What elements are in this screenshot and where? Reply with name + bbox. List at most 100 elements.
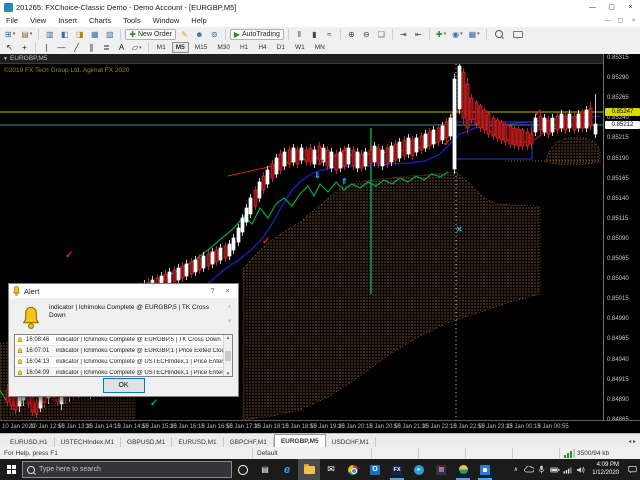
market-watch-button[interactable]: ▥ xyxy=(43,29,56,40)
price-axis[interactable]: 0.85315 0.85290 0.85265 0.85240 0.85215 0.851… xyxy=(603,54,640,423)
chart-close-button[interactable]: × xyxy=(627,18,640,24)
chart-restore-button[interactable]: ▢ xyxy=(614,17,627,24)
message-scroll-buttons[interactable]: ∧ ∨ xyxy=(225,304,234,324)
tray-expand-button[interactable]: ∧ xyxy=(509,459,522,480)
trendline-tool-button[interactable]: ╱ xyxy=(70,42,83,53)
fibonacci-tool-button[interactable]: ≣ xyxy=(100,42,113,53)
scrollbar-thumb[interactable] xyxy=(225,350,231,361)
action-center-button[interactable] xyxy=(624,459,640,480)
network-button[interactable] xyxy=(561,459,574,480)
menu-file[interactable]: File xyxy=(0,16,24,25)
account-button[interactable]: ☻ xyxy=(193,29,206,40)
menu-tools[interactable]: Tools xyxy=(117,16,147,25)
task-view-button[interactable]: ▤ xyxy=(254,459,276,480)
file-explorer-button[interactable] xyxy=(298,459,320,480)
ok-button[interactable]: OK xyxy=(102,378,145,393)
data-window-button[interactable]: ◧ xyxy=(58,29,71,40)
tile-windows-button[interactable]: ❏ xyxy=(375,29,388,40)
cursor-button[interactable]: ↖ xyxy=(3,42,16,53)
menu-view[interactable]: View xyxy=(24,16,52,25)
microphone-button[interactable] xyxy=(535,459,548,480)
navigator-button[interactable]: ◨ xyxy=(73,29,86,40)
timeframe-m30-button[interactable]: M30 xyxy=(213,42,235,53)
text-tool-button[interactable]: A xyxy=(115,42,128,53)
chat-button[interactable] xyxy=(510,28,527,41)
telegram-button[interactable]: ▸ xyxy=(408,459,430,480)
metaeditor-button[interactable]: ✎ xyxy=(178,29,191,40)
timeframe-h1-button[interactable]: H1 xyxy=(236,42,253,53)
edge-button[interactable]: e xyxy=(276,459,298,480)
auto-scroll-button[interactable]: ⇥ xyxy=(397,29,410,40)
menu-window[interactable]: Window xyxy=(147,16,186,25)
objects-button[interactable]: ◉ ▾ xyxy=(450,29,465,40)
autotrading-button[interactable]: ▶ AutoTrading xyxy=(229,28,284,40)
shapes-tool-button[interactable]: ▱ ▾ xyxy=(130,42,144,53)
channel-tool-button[interactable]: ∥ xyxy=(85,42,98,53)
candlestick-type-button[interactable]: ▮ xyxy=(308,29,321,40)
crosshair-button[interactable]: + xyxy=(18,42,31,53)
battery-button[interactable] xyxy=(548,459,561,480)
search-button[interactable] xyxy=(491,28,508,41)
restore-button[interactable]: ▢ xyxy=(602,0,621,14)
chart-minimize-button[interactable]: — xyxy=(601,18,614,24)
collapse-arrow-icon[interactable]: ▼ xyxy=(3,56,8,62)
start-button[interactable] xyxy=(0,459,22,480)
scrollbar-down-icon[interactable]: ▼ xyxy=(226,371,230,376)
menu-insert[interactable]: Insert xyxy=(52,16,83,25)
dialog-help-button[interactable]: ? xyxy=(205,285,220,297)
taskbar-clock[interactable]: 4:09 PM 1/12/2020 xyxy=(592,462,619,476)
time-axis[interactable]: 10 Jan 2020 10 Jan 12:55 10 Jan 13:35 10 Ja… xyxy=(0,420,640,434)
minimize-button[interactable]: — xyxy=(583,0,602,14)
toolbox-button[interactable]: ▦ xyxy=(88,29,101,40)
volume-button[interactable] xyxy=(574,459,587,480)
zoom-in-button[interactable]: ⊕ xyxy=(345,29,358,40)
bar-chart-type-button[interactable]: ‖ xyxy=(293,29,306,40)
fx-terminal-button[interactable]: FX xyxy=(386,459,408,480)
alert-row[interactable]: 16:08:46 indicator | Ichimoku Complete @… xyxy=(15,335,232,346)
new-order-button[interactable]: ✚ New Order xyxy=(125,28,176,40)
mail-button[interactable]: ✉ xyxy=(320,459,342,480)
dialog-close-button[interactable]: × xyxy=(220,285,235,297)
list-scrollbar[interactable]: ▲ ▼ xyxy=(223,335,232,376)
scroll-up-icon[interactable]: ∧ xyxy=(228,304,232,310)
menu-help[interactable]: Help xyxy=(185,16,212,25)
new-chart-button[interactable]: ⊞ ▾ xyxy=(3,29,17,40)
blue-app-button[interactable] xyxy=(474,459,496,480)
timeframe-w1-button[interactable]: W1 xyxy=(290,42,309,53)
timeframe-mn-button[interactable]: MN xyxy=(310,42,329,53)
timeframe-m15-button[interactable]: M15 xyxy=(190,42,212,53)
alert-row[interactable]: 16:04:09 indicator | Ichimoku Complete @… xyxy=(15,368,232,376)
menu-charts[interactable]: Charts xyxy=(83,16,117,25)
tab-scroll-arrows[interactable]: ◂ ▸ xyxy=(628,438,636,445)
community-button[interactable]: ⊚ xyxy=(208,29,221,40)
horizontal-line-tool-button[interactable]: — xyxy=(55,42,68,53)
timeframe-m5-button[interactable]: M5 xyxy=(171,42,189,53)
onedrive-button[interactable] xyxy=(522,459,535,480)
alert-history-list[interactable]: 16:08:46 indicator | Ichimoku Complete @… xyxy=(14,334,233,377)
timeframe-d1-button[interactable]: D1 xyxy=(272,42,289,53)
status-profile[interactable]: Default xyxy=(252,448,371,458)
alert-row[interactable]: 16:07:01 indicator | Ichimoku Complete @… xyxy=(15,346,232,357)
metatrader-button[interactable] xyxy=(452,459,474,480)
indicators-button[interactable]: ✚ ▾ xyxy=(434,29,448,40)
timeframe-m1-button[interactable]: M1 xyxy=(152,42,170,53)
chart-symbol-strip[interactable]: ▼ EURGBP,M5 xyxy=(0,54,603,64)
line-chart-type-button[interactable]: ≈ xyxy=(323,29,336,40)
photos-app-button[interactable] xyxy=(430,459,452,480)
zoom-out-button[interactable]: ⊖ xyxy=(360,29,373,40)
timeframe-h4-button[interactable]: H4 xyxy=(254,42,271,53)
chrome-button[interactable] xyxy=(342,459,364,480)
profiles-button[interactable]: ▤ ▾ xyxy=(19,29,34,40)
chart-shift-button[interactable]: ⇤ xyxy=(412,29,425,40)
alert-row[interactable]: 16:04:13 indicator | Ichimoku Complete @… xyxy=(15,357,232,368)
alert-dialog-titlebar[interactable]: Alert ? × xyxy=(9,284,238,298)
vertical-line-tool-button[interactable]: | xyxy=(40,42,53,53)
cortana-button[interactable] xyxy=(232,459,254,480)
outlook-button[interactable]: O xyxy=(364,459,386,480)
period-grid-button[interactable]: ▦ ▾ xyxy=(467,29,482,40)
scroll-down-icon[interactable]: ∨ xyxy=(228,318,232,324)
strategy-tester-button[interactable]: ▧ xyxy=(103,29,116,40)
close-button[interactable]: × xyxy=(621,0,640,14)
tab-eurgbp-m5[interactable]: EURGBP,M5 xyxy=(273,434,326,448)
taskbar-search-input[interactable]: Type here to search xyxy=(22,461,232,478)
